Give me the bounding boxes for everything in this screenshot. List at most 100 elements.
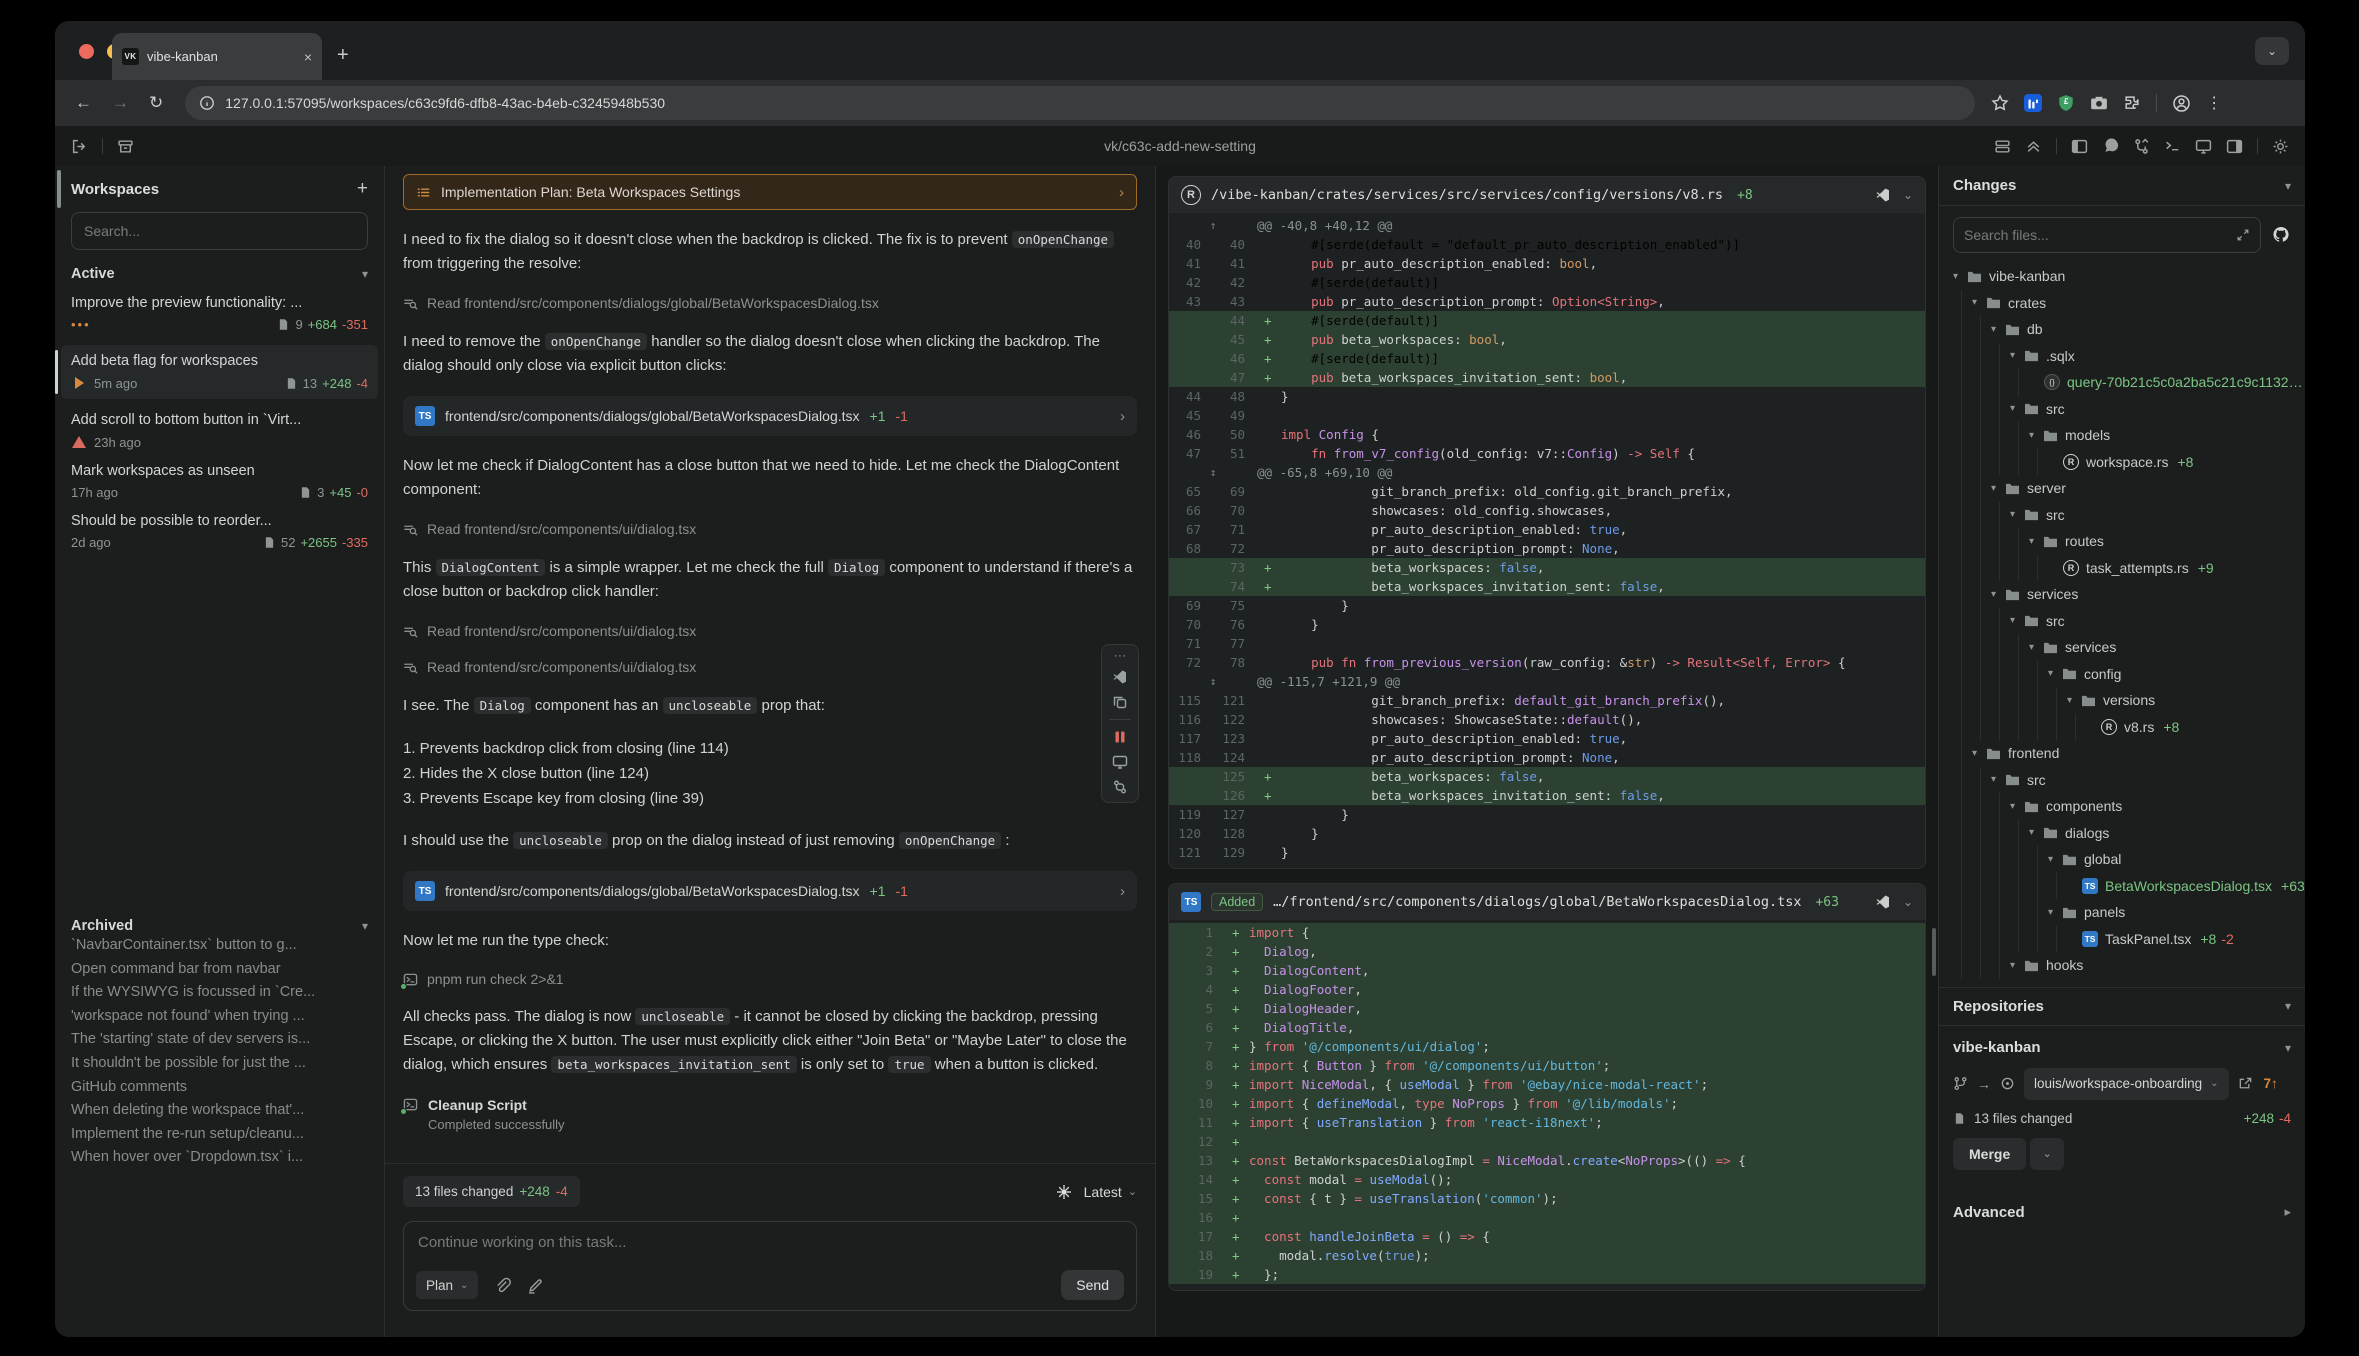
tree-folder-row[interactable]: ▾ hooks [1939, 952, 2305, 979]
archived-workspace-item[interactable]: Implement the re-run setup/cleanu... [71, 1123, 368, 1147]
tree-file-row[interactable]: {} query-70b21c5c0a2ba5c21c9c1132f14a68 [1939, 369, 2305, 396]
tree-folder-row[interactable]: ▾ .sqlx [1939, 342, 2305, 369]
expand-diagonal-icon[interactable] [2236, 228, 2250, 242]
profile-avatar-icon[interactable] [2172, 94, 2191, 113]
back-icon[interactable]: ← [75, 93, 92, 113]
send-button[interactable]: Send [1061, 1270, 1124, 1300]
extension-bitwarden-icon[interactable] [2024, 94, 2043, 112]
tree-folder-row[interactable]: ▾ src [1939, 607, 2305, 634]
tree-folder-row[interactable]: ▾ src [1939, 501, 2305, 528]
tree-folder-row[interactable]: ▾ services [1939, 634, 2305, 661]
edited-file-card[interactable]: TS frontend/src/components/dialogs/global… [403, 871, 1137, 911]
archived-workspace-item[interactable]: Open command bar from navbar [71, 958, 368, 982]
tab-search-button[interactable]: ⌄ [2255, 37, 2289, 65]
tree-folder-row[interactable]: ▾ dialogs [1939, 819, 2305, 846]
tool-call-read[interactable]: Read frontend/src/components/dialogs/glo… [403, 294, 1137, 312]
merge-button[interactable]: Merge [1953, 1137, 2027, 1170]
pause-icon[interactable] [1112, 729, 1128, 745]
workspace-item[interactable]: Add scroll to bottom button in `Virt... 2… [71, 412, 368, 450]
collapse-chevron-icon[interactable]: ⌄ [1903, 895, 1913, 909]
conversation-scroll[interactable]: Implementation Plan: Beta Workspaces Set… [385, 166, 1155, 1163]
git-graph-icon[interactable] [2133, 138, 2150, 155]
forward-icon[interactable]: → [112, 93, 129, 113]
tree-folder-row[interactable]: ▾ services [1939, 581, 2305, 608]
preview-monitor-icon[interactable] [1112, 754, 1128, 770]
settings-gear-icon[interactable] [2272, 138, 2289, 155]
tool-call-read[interactable]: Read frontend/src/components/ui/dialog.t… [403, 520, 1137, 538]
tool-call-read[interactable]: Read frontend/src/components/ui/dialog.t… [403, 622, 1137, 640]
archive-icon[interactable] [117, 138, 134, 155]
file-search-input[interactable]: Search files... [1953, 217, 2261, 253]
tree-folder-row[interactable]: ▾ frontend [1939, 740, 2305, 767]
expand-hunk-icon[interactable]: ↑ [1169, 216, 1257, 235]
tree-folder-row[interactable]: ▾ src [1939, 395, 2305, 422]
collapse-chevron-icon[interactable]: ⌄ [1903, 188, 1913, 202]
attach-icon[interactable] [494, 1277, 512, 1294]
message-input[interactable]: Continue working on this task... Plan ⌄ … [403, 1221, 1137, 1311]
tree-folder-row[interactable]: ▾ server [1939, 475, 2305, 502]
diff-header[interactable]: R /vibe-kanban/crates/services/src/servi… [1169, 177, 1925, 213]
archived-workspace-item[interactable]: 'workspace not found' when trying ... [71, 1005, 368, 1029]
tree-folder-row[interactable]: ▾ versions [1939, 687, 2305, 714]
tree-folder-row[interactable]: ▾ components [1939, 793, 2305, 820]
archived-workspace-item[interactable]: If the WYSIWYG is focussed in `Cre... [71, 981, 368, 1005]
tree-folder-row[interactable]: ▾ db [1939, 316, 2305, 343]
panel-right-icon[interactable] [2226, 138, 2243, 155]
tree-file-row[interactable]: Rv8.rs +8 [1939, 713, 2305, 740]
edited-file-card[interactable]: TS frontend/src/components/dialogs/global… [403, 396, 1137, 436]
diff-header[interactable]: TS Added …/frontend/src/components/dialo… [1169, 884, 1925, 920]
merge-options-button[interactable]: ⌄ [2030, 1137, 2065, 1170]
bookmark-star-icon[interactable] [1991, 94, 2009, 112]
mode-dropdown[interactable]: Plan ⌄ [416, 1271, 479, 1299]
tree-folder-row[interactable]: ▾ global [1939, 846, 2305, 873]
diff-scrollbar[interactable] [1932, 928, 1936, 976]
expand-hunk-icon[interactable]: ↕ [1169, 672, 1257, 691]
extension-shield-icon[interactable]: £ [2057, 94, 2075, 112]
address-bar[interactable]: 127.0.0.1:57095/workspaces/c63c9fd6-dfb8… [185, 86, 1976, 120]
cleanup-script-status[interactable]: Cleanup Script Completed successfully [400, 1097, 1137, 1132]
terminal-panel-icon[interactable] [2164, 138, 2181, 155]
workspace-item[interactable]: Add beta flag for workspaces 5m ago 13 +248… [55, 345, 378, 399]
tree-folder-row[interactable]: ▾ routes [1939, 528, 2305, 555]
edit-pen-icon[interactable] [527, 1277, 544, 1294]
collapse-all-icon[interactable] [2025, 138, 2042, 155]
vscode-icon[interactable] [1875, 187, 1891, 203]
reload-icon[interactable]: ↻ [149, 93, 163, 113]
tree-file-row[interactable]: Rtask_attempts.rs +9 [1939, 554, 2305, 581]
tree-folder-row[interactable]: ▾ models [1939, 422, 2305, 449]
expand-hunk-icon[interactable]: ↕ [1169, 463, 1257, 482]
close-window-button[interactable] [79, 44, 94, 59]
browser-menu-icon[interactable]: ⋮ [2206, 93, 2222, 113]
workspace-item[interactable]: Should be possible to reorder... 2d ago 52… [71, 513, 368, 550]
section-active[interactable]: Active ▾ [71, 266, 368, 282]
archived-workspace-item[interactable]: The 'starting' state of dev servers is..… [71, 1028, 368, 1052]
tree-file-row[interactable]: TS TaskPanel.tsx +8 -2 [1939, 925, 2305, 952]
workspace-item[interactable]: Improve the preview functionality: ... ••… [71, 295, 368, 332]
tool-call-read[interactable]: Read frontend/src/components/ui/dialog.t… [403, 658, 1137, 676]
tree-folder-row[interactable]: ▾ crates [1939, 289, 2305, 316]
tree-folder-row[interactable]: ▾ vibe-kanban [1939, 263, 2305, 290]
archived-workspace-item[interactable]: When deleting the workspace that'... [71, 1099, 368, 1123]
tree-folder-row[interactable]: ▾ src [1939, 766, 2305, 793]
repositories-heading[interactable]: Repositories ▾ [1939, 988, 2305, 1026]
archived-workspace-item[interactable]: GitHub comments [71, 1076, 368, 1100]
tree-folder-row[interactable]: ▾ panels [1939, 899, 2305, 926]
monitor-icon[interactable] [2195, 138, 2212, 155]
terminal-command[interactable]: pnpm run check 2>&1 [400, 971, 1137, 990]
github-icon[interactable] [2271, 225, 2291, 245]
implementation-plan-banner[interactable]: Implementation Plan: Beta Workspaces Set… [403, 174, 1137, 210]
tab-close-icon[interactable]: × [304, 49, 312, 65]
git-compare-icon[interactable] [1112, 779, 1128, 795]
tree-file-row[interactable]: TS BetaWorkspacesDialog.tsx +63 [1939, 872, 2305, 899]
changes-heading[interactable]: Changes ▾ [1939, 166, 2305, 206]
panel-left-icon[interactable] [2071, 138, 2088, 155]
chat-panel-icon[interactable] [2102, 137, 2119, 155]
version-dropdown[interactable]: Latest [1084, 1184, 1122, 1200]
base-branch-dropdown[interactable]: louis/workspace-onboarding ⌄ [2024, 1067, 2229, 1100]
sidebar-scrollbar[interactable] [57, 170, 61, 208]
site-info-icon[interactable] [199, 95, 215, 111]
workspace-search-input[interactable]: Search... [71, 212, 368, 250]
open-external-icon[interactable] [2238, 1076, 2253, 1091]
copy-icon[interactable] [1112, 694, 1128, 710]
leave-workspace-icon[interactable] [71, 138, 88, 155]
